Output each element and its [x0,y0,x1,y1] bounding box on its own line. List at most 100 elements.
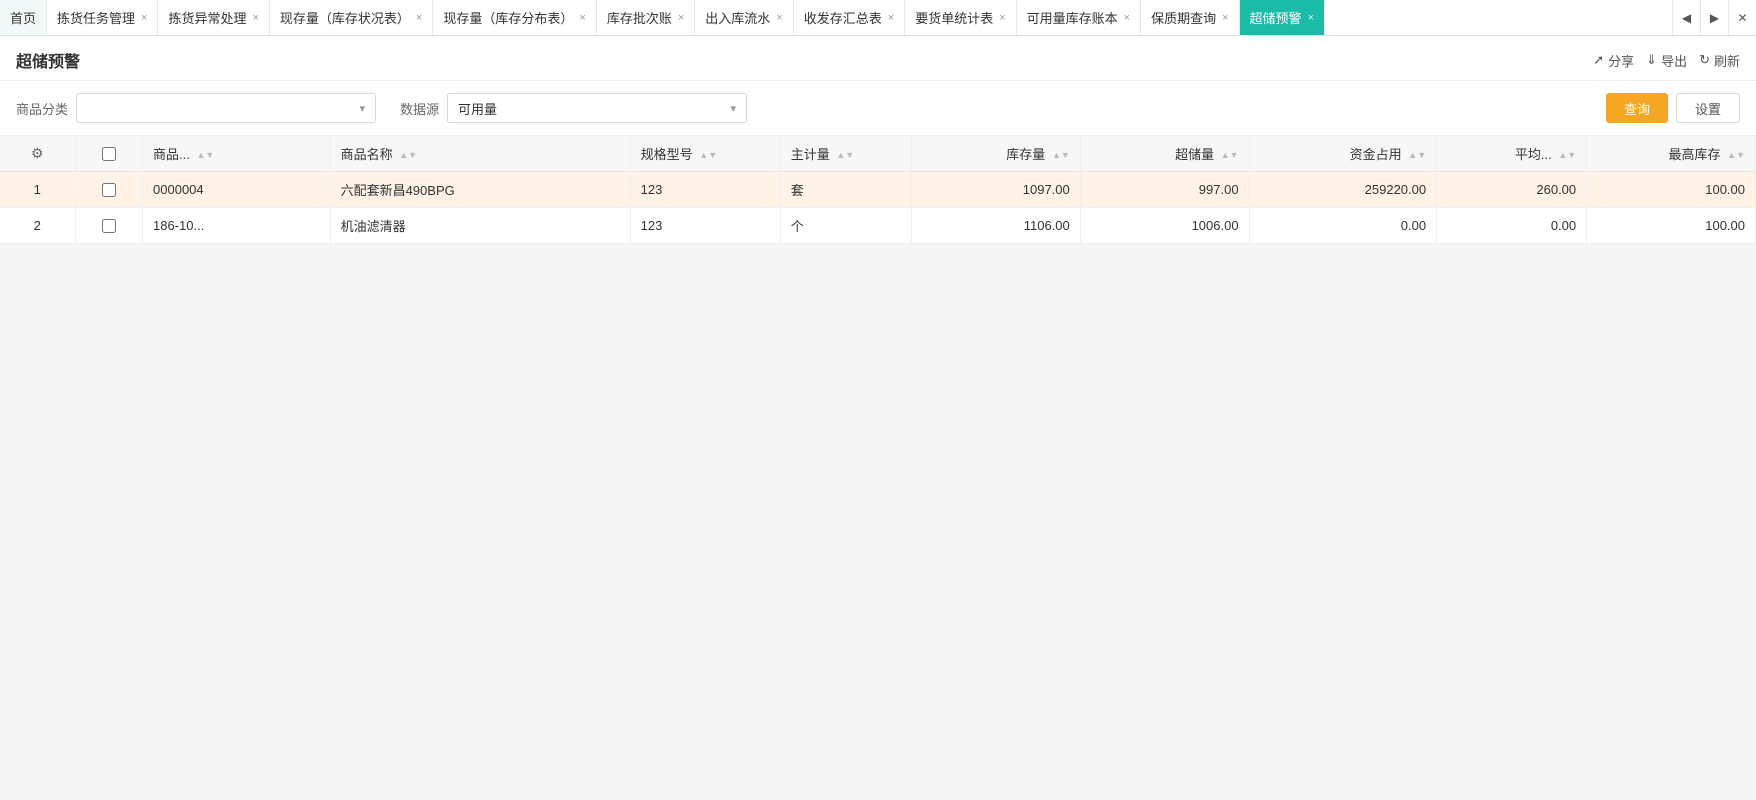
nav-tab-task-mgmt-label: 拣货任务管理 [57,8,135,27]
nav-tab-stock-dist[interactable]: 现存量（库存分布表） × [433,0,596,36]
col-overstock-sort-icon[interactable]: ▲▼ [1221,151,1239,160]
nav-tab-home[interactable]: 首页 [0,0,47,36]
share-icon: ➚ [1593,52,1604,68]
col-avg-sort-icon[interactable]: ▲▼ [1558,151,1576,160]
nav-tab-avail-ledger-close[interactable]: × [1124,12,1130,24]
col-header-maxstock[interactable]: 最高库存 ▲▼ [1587,136,1756,172]
col-header-stock[interactable]: 库存量 ▲▼ [911,136,1080,172]
col-header-name[interactable]: 商品名称 ▲▼ [330,136,630,172]
col-header-unit[interactable]: 主计量 ▲▼ [780,136,911,172]
nav-tab-inout-flow[interactable]: 出入库流水 × [695,0,793,36]
col-header-spec[interactable]: 规格型号 ▲▼ [630,136,780,172]
nav-tab-stock-status-label: 现存量（库存状况表） [280,8,410,27]
cell-code: 0000004 [143,172,331,208]
col-unit-sort-icon[interactable]: ▲▼ [836,151,854,160]
cell-code: 186-10... [143,208,331,244]
table-header-row: ⚙ 商品... ▲▼ 商品名称 ▲▼ [0,136,1756,172]
nav-tab-quality-close[interactable]: × [1222,12,1228,24]
nav-tab-inout-flow-label: 出入库流水 [705,8,770,27]
nav-tab-avail-ledger-label: 可用量库存账本 [1027,8,1118,27]
col-overstock-label: 超储量 [1175,147,1214,162]
overstock-table: ⚙ 商品... ▲▼ 商品名称 ▲▼ [0,136,1756,244]
category-select-chevron-icon: ▾ [359,102,365,115]
nav-close-all-button[interactable]: ✕ [1728,0,1756,36]
cell-overstock: 997.00 [1080,172,1249,208]
col-unit-label: 主计量 [791,147,830,162]
table-row: 10000004六配套新昌490BPG123套1097.00997.002592… [0,172,1756,208]
col-stock-sort-icon[interactable]: ▲▼ [1052,151,1070,160]
nav-tab-abnormal-close[interactable]: × [252,12,258,24]
nav-tab-overstock-warn-close[interactable]: × [1308,12,1314,24]
query-button[interactable]: 查询 [1606,93,1668,123]
col-capital-sort-icon[interactable]: ▲▼ [1408,151,1426,160]
nav-tab-task-mgmt[interactable]: 拣货任务管理 × [47,0,158,36]
nav-tab-home-label: 首页 [10,8,36,27]
cell-unit: 个 [780,208,911,244]
select-all-checkbox[interactable] [102,147,116,161]
table-row: 2186-10...机油滤清器123个1106.001006.000.000.0… [0,208,1756,244]
datasource-filter-group: 数据源 可用量 ▾ [400,93,747,123]
col-spec-label: 规格型号 [641,147,693,162]
nav-tab-stock-dist-label: 现存量（库存分布表） [443,8,573,27]
nav-tab-order-stat[interactable]: 要货单统计表 × [905,0,1016,36]
page-header: 超储预警 ➚ 分享 ⇓ 导出 ↻ 刷新 [0,36,1756,81]
cell-maxstock: 100.00 [1587,172,1756,208]
datasource-select[interactable]: 可用量 ▾ [447,93,747,123]
col-header-checkbox[interactable] [75,136,143,172]
nav-tab-inout-flow-close[interactable]: × [776,12,782,24]
nav-tab-order-stat-close[interactable]: × [999,12,1005,24]
cell-capital: 0.00 [1249,208,1437,244]
nav-tab-task-mgmt-close[interactable]: × [141,12,147,24]
col-stock-label: 库存量 [1006,147,1045,162]
row-checkbox[interactable] [102,183,116,197]
nav-tab-quality[interactable]: 保质期查询 × [1141,0,1239,36]
nav-tab-abnormal-label: 拣货异常处理 [168,8,246,27]
export-button[interactable]: ⇓ 导出 [1646,51,1687,70]
nav-tab-abnormal[interactable]: 拣货异常处理 × [158,0,269,36]
settings-button[interactable]: 设置 [1676,93,1740,123]
nav-tab-stock-dist-close[interactable]: × [579,12,585,24]
nav-tab-overstock-warn[interactable]: 超储预警 × [1240,0,1325,36]
refresh-label: 刷新 [1714,51,1740,70]
col-header-avg[interactable]: 平均... ▲▼ [1437,136,1587,172]
col-name-sort-icon[interactable]: ▲▼ [399,151,417,160]
page-container: 超储预警 ➚ 分享 ⇓ 导出 ↻ 刷新 商品分类 ▾ 数据源 [0,36,1756,244]
col-code-label: 商品... [153,147,190,162]
cell-checkbox[interactable] [75,208,143,244]
col-spec-sort-icon[interactable]: ▲▼ [699,151,717,160]
cell-spec: 123 [630,172,780,208]
nav-tab-stock-status-close[interactable]: × [416,12,422,24]
nav-tab-batch-label: 库存批次账 [607,8,672,27]
top-navigation: 首页 拣货任务管理 × 拣货异常处理 × 现存量（库存状况表） × 现存量（库存… [0,0,1756,36]
nav-prev-button[interactable]: ◀ [1672,0,1700,36]
gear-icon[interactable]: ⚙ [31,145,44,161]
refresh-button[interactable]: ↻ 刷新 [1699,51,1740,70]
filter-area: 商品分类 ▾ 数据源 可用量 ▾ 查询 设置 [0,81,1756,136]
share-button[interactable]: ➚ 分享 [1593,51,1634,70]
nav-tab-recv-total[interactable]: 收发存汇总表 × [794,0,905,36]
col-code-sort-icon[interactable]: ▲▼ [197,151,215,160]
datasource-select-value: 可用量 [458,99,497,118]
col-header-overstock[interactable]: 超储量 ▲▼ [1080,136,1249,172]
col-header-code[interactable]: 商品... ▲▼ [143,136,331,172]
cell-name: 六配套新昌490BPG [330,172,630,208]
nav-tab-avail-ledger[interactable]: 可用量库存账本 × [1017,0,1141,36]
cell-name: 机油滤清器 [330,208,630,244]
cell-stock: 1106.00 [911,208,1080,244]
category-select[interactable]: ▾ [76,93,376,123]
col-maxstock-label: 最高库存 [1669,147,1721,162]
row-checkbox[interactable] [102,219,116,233]
col-maxstock-sort-icon[interactable]: ▲▼ [1727,151,1745,160]
nav-tab-batch[interactable]: 库存批次账 × [597,0,695,36]
nav-tab-batch-close[interactable]: × [678,12,684,24]
cell-maxstock: 100.00 [1587,208,1756,244]
datasource-filter-label: 数据源 [400,99,439,118]
col-header-gear[interactable]: ⚙ [0,136,75,172]
header-actions: ➚ 分享 ⇓ 导出 ↻ 刷新 [1593,51,1740,70]
table-body: 10000004六配套新昌490BPG123套1097.00997.002592… [0,172,1756,244]
nav-tab-recv-total-close[interactable]: × [888,12,894,24]
cell-checkbox[interactable] [75,172,143,208]
col-header-capital[interactable]: 资金占用 ▲▼ [1249,136,1437,172]
nav-next-button[interactable]: ▶ [1700,0,1728,36]
nav-tab-stock-status[interactable]: 现存量（库存状况表） × [270,0,433,36]
